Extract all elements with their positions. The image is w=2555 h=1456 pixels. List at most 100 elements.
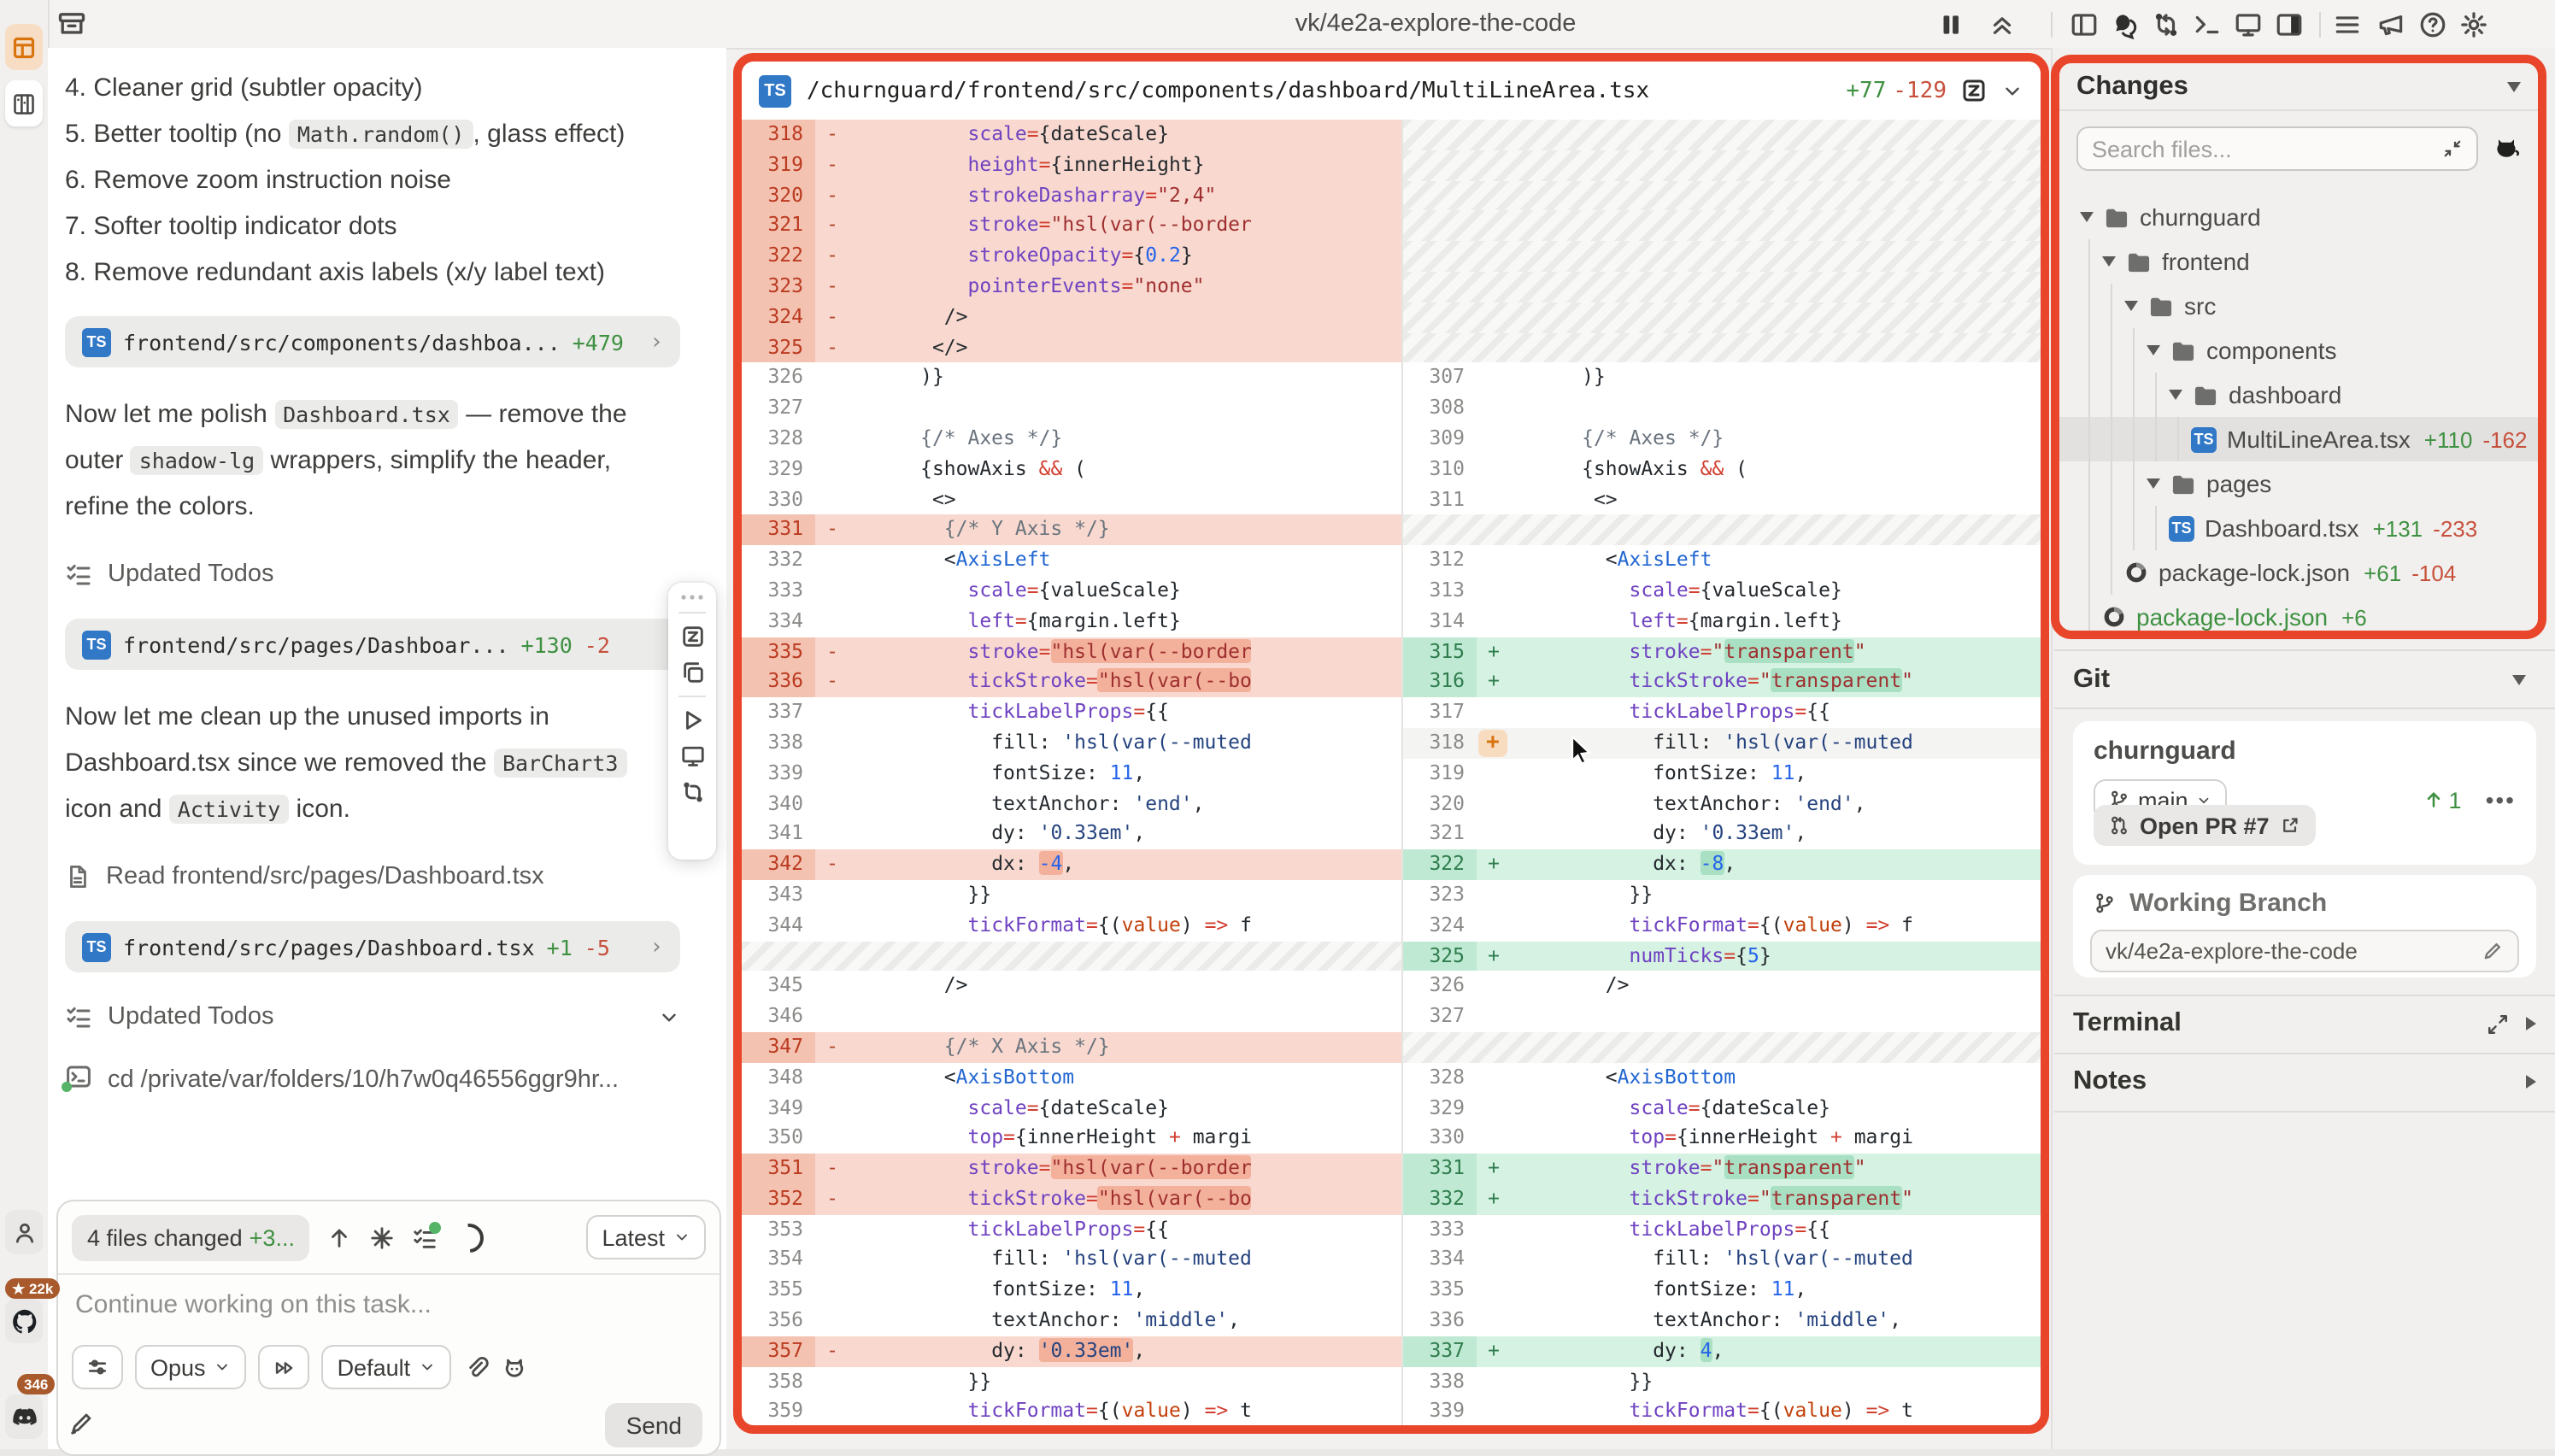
diff-line-309: 309 {/* Axes */} <box>1401 424 2041 455</box>
chevrons-up-icon[interactable] <box>1988 10 2017 39</box>
rail-discord-button[interactable] <box>5 1394 43 1439</box>
diff-line-310: 310 {showAxis && ( <box>1401 455 2041 485</box>
panel-right-filled-icon[interactable] <box>2275 10 2304 39</box>
play-icon[interactable] <box>679 707 705 733</box>
add-comment-button[interactable]: + <box>1478 730 1507 757</box>
monitor-icon[interactable] <box>679 743 705 769</box>
chat-bubbles-icon[interactable] <box>2111 10 2140 39</box>
terminal-section-header[interactable]: Terminal <box>2053 1000 2555 1048</box>
rail-account-button[interactable] <box>5 1210 43 1254</box>
triangle-down-icon <box>2507 81 2521 91</box>
diff-row: 359 tickFormat={(value) => t339 tickForm… <box>742 1397 2041 1428</box>
tool-call-row[interactable]: Updated Todos <box>65 555 680 593</box>
triangle-down-icon <box>2512 675 2526 685</box>
tree-item-frontend[interactable]: frontend <box>2059 239 2538 284</box>
open-pr-button[interactable]: Open PR #7 <box>2094 805 2316 846</box>
tree-item-churnguard[interactable]: churnguard <box>2059 195 2538 239</box>
diff-line-319: 319- height={innerHeight} <box>742 150 1401 181</box>
version-dropdown[interactable]: Latest <box>586 1215 706 1259</box>
cat-icon[interactable] <box>501 1354 528 1380</box>
expand-icon[interactable] <box>2487 1013 2509 1035</box>
settings-sliders-button[interactable] <box>72 1345 123 1389</box>
folder-icon <box>2148 295 2174 317</box>
diff-row: 357- dy: '0.33em',337+ dy: 4, <box>742 1336 2041 1367</box>
chat-paragraph: Now let me polish Dashboard.tsx — remove… <box>65 391 680 530</box>
typescript-file-icon: TS <box>2169 515 2194 541</box>
diff-view-icon[interactable] <box>679 624 705 649</box>
diff-mode-icon[interactable] <box>1960 77 1988 104</box>
send-button[interactable]: Send <box>606 1403 702 1447</box>
fast-forward-button[interactable] <box>259 1345 310 1389</box>
diff-line-323: 323 }} <box>1401 880 2041 911</box>
tree-item-src[interactable]: src <box>2059 284 2538 328</box>
collapse-icon[interactable] <box>2442 138 2463 159</box>
diff-line-318: 318- scale={dateScale} <box>742 120 1401 150</box>
diff-added-count: +77 <box>1846 78 1886 103</box>
tree-item-dashboard.tsx[interactable]: TSDashboard.tsx+131-233 <box>2059 506 2538 550</box>
menu-icon[interactable] <box>2333 10 2362 39</box>
git-section-header[interactable]: Git <box>2053 656 2555 704</box>
diff-line-spacer <box>1401 332 2041 363</box>
diff-row: 345 />326 /> <box>742 972 2041 1002</box>
more-menu-icon[interactable]: ••• <box>2486 786 2516 813</box>
more-dots-icon[interactable] <box>680 593 704 602</box>
terminal-icon[interactable] <box>2193 10 2222 39</box>
pause-icon[interactable] <box>1936 10 1965 39</box>
file-change-chip[interactable]: TSfrontend/src/pages/Dashboard.tsx+1-5› <box>65 921 680 972</box>
todos-status-icon[interactable] <box>413 1224 438 1250</box>
rail-github-button[interactable] <box>5 1299 43 1343</box>
arrow-up-icon[interactable] <box>327 1224 353 1250</box>
chevron-down-icon[interactable] <box>658 1006 680 1028</box>
git-compare-icon[interactable] <box>679 779 705 805</box>
archive-icon[interactable] <box>56 9 87 39</box>
diff-line-327: 327 <box>742 393 1401 424</box>
search-files-input[interactable]: Search files... <box>2076 126 2478 171</box>
diff-removed-count: -129 <box>1893 78 1947 103</box>
diff-row: 341 dy: '0.33em',321 dy: '0.33em', <box>742 819 2041 850</box>
diff-line-spacer <box>1401 211 2041 242</box>
tree-item-package-lock.json[interactable]: package-lock.json+6 <box>2059 595 2538 639</box>
help-icon[interactable] <box>2418 10 2447 39</box>
mode-dropdown[interactable]: Default <box>322 1345 452 1389</box>
monitor-icon[interactable] <box>2234 10 2263 39</box>
tool-call-row[interactable]: cd /private/var/folders/10/h7w0q46556ggr… <box>65 1061 680 1099</box>
notes-section-header[interactable]: Notes <box>2053 1058 2555 1106</box>
tree-item-package-lock.json[interactable]: package-lock.json+61-104 <box>2059 550 2538 595</box>
diff-line-spacer <box>1401 180 2041 211</box>
changes-header[interactable]: Changes <box>2059 63 2538 111</box>
cat-icon[interactable] <box>2492 135 2521 162</box>
triangle-right-icon <box>2526 1017 2536 1030</box>
working-branch-input[interactable]: vk/4e2a-explore-the-code <box>2090 930 2519 972</box>
attachment-paperclip-icon[interactable] <box>463 1354 489 1380</box>
diff-line-351: 351- stroke="hsl(var(--border <box>742 1154 1401 1184</box>
tool-call-row[interactable]: Updated Todos <box>65 998 680 1036</box>
diff-line-307: 307 )} <box>1401 363 2041 394</box>
file-change-chip[interactable]: TSfrontend/src/pages/Dashboar...+130-2 <box>65 619 680 670</box>
tree-item-components[interactable]: components <box>2059 328 2538 373</box>
model-dropdown[interactable]: Opus <box>135 1345 247 1389</box>
git-compare-icon[interactable] <box>2152 10 2181 39</box>
file-change-chip[interactable]: TSfrontend/src/components/dashboa...+479… <box>65 316 680 367</box>
tree-item-dashboard[interactable]: dashboard <box>2059 373 2538 417</box>
rail-kanban-button[interactable] <box>5 80 43 126</box>
pen-icon[interactable] <box>68 1410 94 1435</box>
files-changed-chip[interactable]: 4 files changed+3... <box>72 1214 310 1260</box>
tree-item-multilinearea.tsx[interactable]: TSMultiLineArea.tsx+110-162 <box>2059 417 2538 461</box>
copy-icon[interactable] <box>679 660 705 685</box>
tree-item-pages[interactable]: pages <box>2059 461 2538 506</box>
chat-list-item: 5. Better tooltip (no Math.random(), gla… <box>65 111 680 157</box>
chevron-down-icon[interactable] <box>2001 79 2023 102</box>
panel-left-icon[interactable] <box>2070 10 2099 39</box>
megaphone-icon[interactable] <box>2377 10 2406 39</box>
settings-gear-icon[interactable] <box>2459 10 2488 39</box>
edit-pencil-icon[interactable] <box>2482 940 2504 962</box>
rail-layout-button-active[interactable] <box>5 24 43 70</box>
diff-line-339: 339 fontSize: 11, <box>742 758 1401 789</box>
diff-line-352: 352- tickStroke="hsl(var(--bo <box>742 1184 1401 1215</box>
message-input[interactable]: Continue working on this task... <box>75 1290 432 1319</box>
diff-line-330: 330 <> <box>742 484 1401 515</box>
diff-line-spacer <box>1401 120 2041 150</box>
spark-icon[interactable] <box>370 1224 396 1250</box>
diff-line-334: 334 left={margin.left} <box>742 607 1401 637</box>
tool-call-row[interactable]: Read frontend/src/pages/Dashboard.tsx <box>65 858 680 895</box>
